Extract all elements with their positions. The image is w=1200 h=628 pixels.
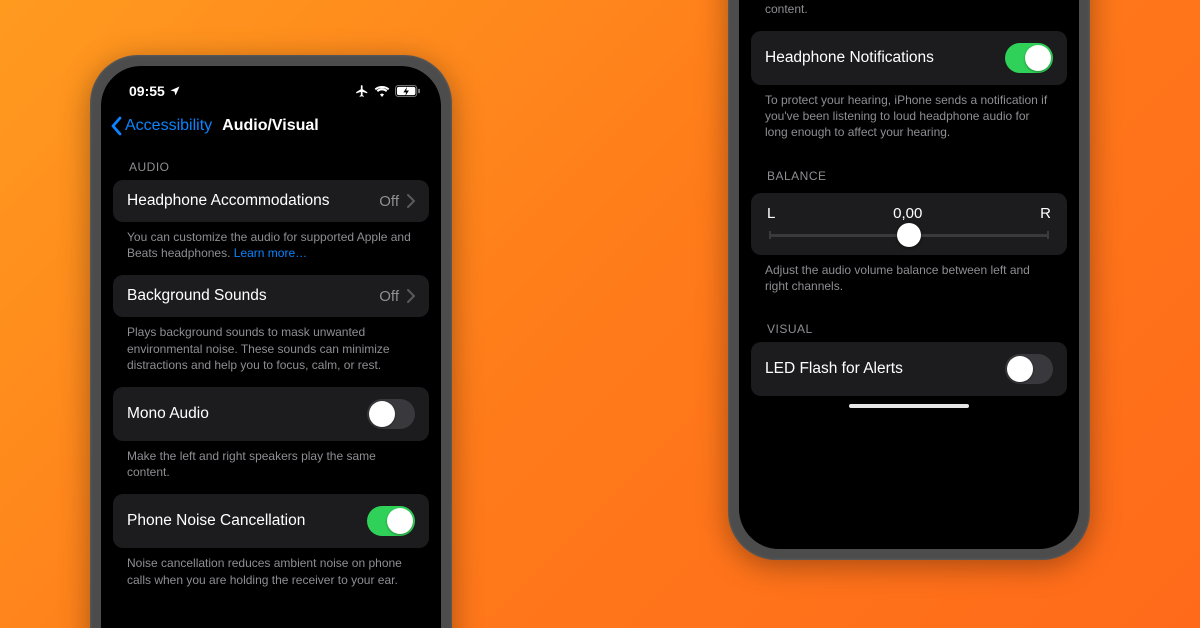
balance-control: L 0,00 R [751,193,1067,255]
section-header-audio: AUDIO [101,146,441,180]
page-title: Audio/Visual [222,117,319,135]
section-header-visual: VISUAL [739,308,1079,342]
footnote-mono-audio-2: Make the left and right speakers play th… [739,0,1079,31]
phone-device-right: Plays background sounds to mask unwanted… [728,0,1090,560]
row-title: Phone Noise Cancellation [127,512,305,530]
chevron-left-icon [109,116,123,136]
chevron-right-icon [407,289,415,303]
location-arrow-icon [169,85,181,97]
footnote-headphone-notifications: To protect your hearing, iPhone sends a … [739,85,1079,155]
footnote-headphone-accommodations: You can customize the audio for supporte… [101,222,441,275]
airplane-mode-icon [355,84,369,98]
balance-value: 0,00 [893,205,922,222]
battery-charging-icon [395,85,421,97]
footnote-phone-noise-cancellation: Noise cancellation reduces ambient noise… [101,548,441,601]
slider-thumb[interactable] [897,223,921,247]
footnote-background-sounds: Plays background sounds to mask unwanted… [101,317,441,387]
balance-right-label: R [1040,205,1051,222]
row-title: Background Sounds [127,287,267,305]
row-phone-noise-cancellation: Phone Noise Cancellation [113,494,429,548]
row-title: Mono Audio [127,405,209,423]
toggle-headphone-notifications[interactable] [1005,43,1053,73]
home-indicator[interactable] [849,404,969,408]
notch [181,66,361,92]
row-title: Headphone Notifications [765,49,934,67]
row-headphone-notifications: Headphone Notifications [751,31,1067,85]
phone-device-left: 09:55 [90,55,452,628]
row-value: Off [379,193,399,210]
row-value: Off [379,288,399,305]
footnote-balance: Adjust the audio volume balance between … [739,255,1079,308]
wifi-icon [374,85,390,97]
back-label: Accessibility [125,117,212,135]
row-mono-audio: Mono Audio [113,387,429,441]
row-headphone-accommodations[interactable]: Headphone Accommodations Off [113,180,429,222]
section-header-balance: BALANCE [739,155,1079,189]
balance-left-label: L [767,205,775,222]
nav-header: Accessibility Audio/Visual [101,110,441,146]
balance-slider[interactable] [769,234,1049,237]
status-time: 09:55 [129,83,165,99]
learn-more-link[interactable]: Learn more… [234,246,307,260]
row-led-flash-alerts: LED Flash for Alerts [751,342,1067,396]
footnote-mono-audio: Make the left and right speakers play th… [101,441,441,494]
toggle-led-flash[interactable] [1005,354,1053,384]
row-background-sounds[interactable]: Background Sounds Off [113,275,429,317]
chevron-right-icon [407,194,415,208]
back-button[interactable]: Accessibility [109,116,212,136]
toggle-phone-noise-cancellation[interactable] [367,506,415,536]
toggle-mono-audio[interactable] [367,399,415,429]
row-title: LED Flash for Alerts [765,360,903,378]
row-title: Headphone Accommodations [127,192,330,210]
